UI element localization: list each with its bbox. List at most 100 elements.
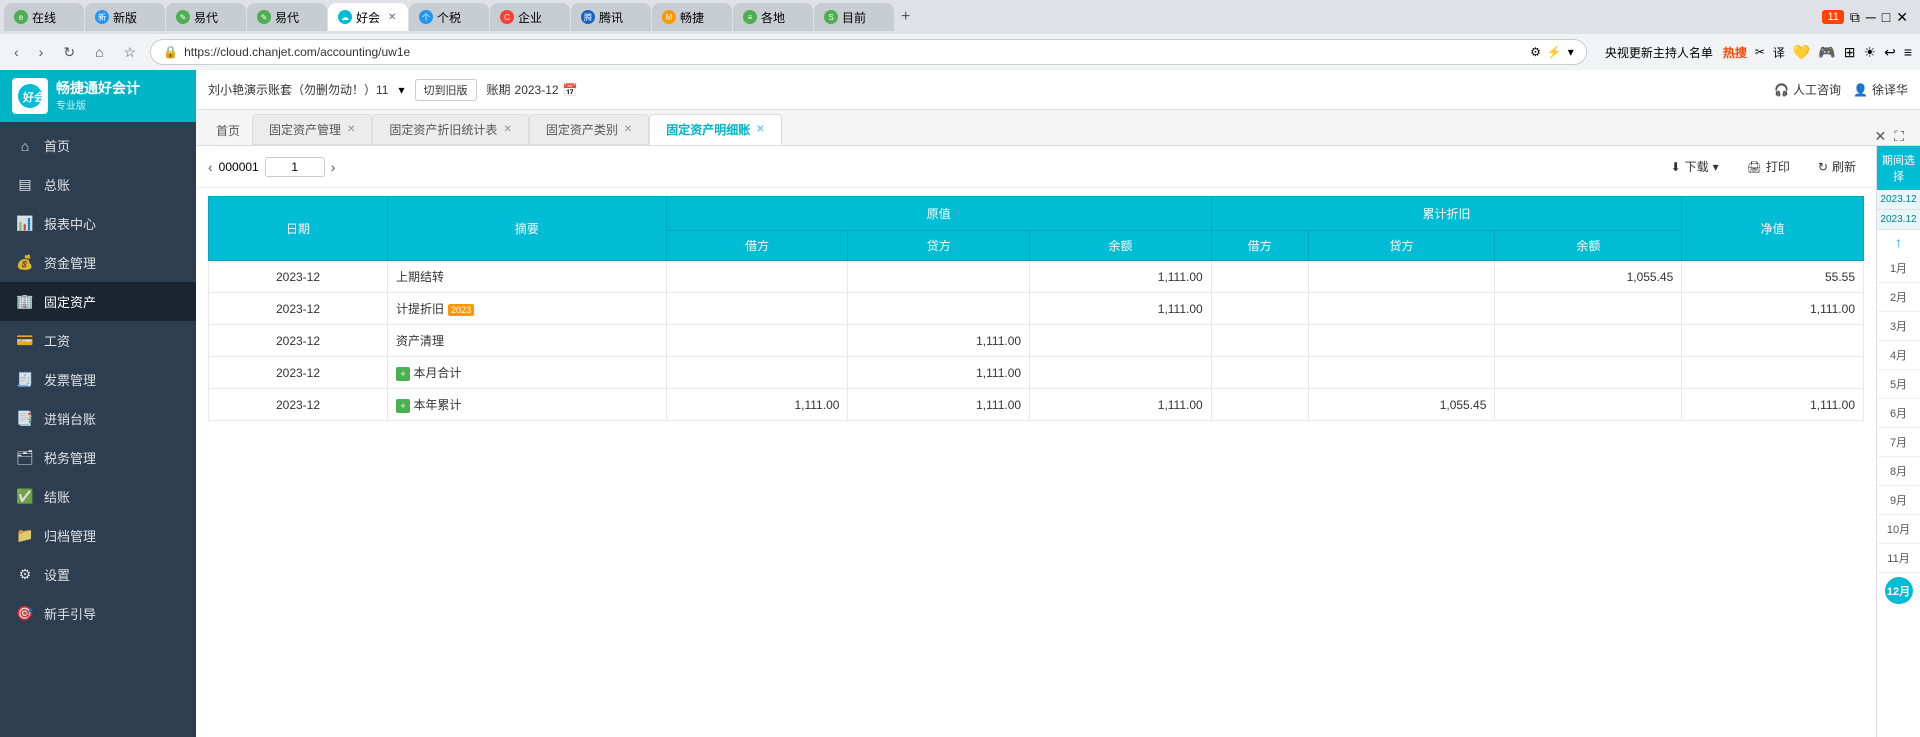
sidebar-item-jiezhang[interactable]: ✅ 结账 <box>0 477 196 516</box>
sidebar-item-baobiaozhongxin[interactable]: 📊 报表中心 <box>0 204 196 243</box>
browser-tab-changjie[interactable]: M 畅捷 <box>652 3 732 31</box>
sidebar-item-xinshouyindao[interactable]: 🎯 新手引导 <box>0 594 196 633</box>
hot-search-label[interactable]: 热搜 <box>1723 44 1747 61</box>
tab-depreciation-stats[interactable]: 固定资产折旧统计表 ✕ <box>372 114 528 145</box>
wallet-icon[interactable]: 💛 <box>1793 44 1810 61</box>
more-icon[interactable]: ≡ <box>1904 44 1912 60</box>
browser-tab-tengxun[interactable]: 腾 腾讯 <box>571 3 651 31</box>
sidebar-item-jinxiaotaizhang[interactable]: 📑 进销台账 <box>0 399 196 438</box>
dropdown-arrow-icon[interactable]: ▾ <box>398 83 404 97</box>
tab-close-asset-category-icon[interactable]: ✕ <box>624 124 632 135</box>
tab-asset-mgmt[interactable]: 固定资产管理 ✕ <box>252 114 372 145</box>
sidebar-item-home[interactable]: ⌂ 首页 <box>0 126 196 165</box>
table-cell <box>1682 325 1864 357</box>
archive-icon: 📁 <box>16 527 34 545</box>
prev-page-button[interactable]: ‹ <box>208 159 213 175</box>
close-window-icon[interactable]: ✕ <box>1896 9 1908 26</box>
period-month-item[interactable]: 10月 <box>1877 515 1920 544</box>
minimize-icon[interactable]: ─ <box>1866 9 1876 25</box>
browser-tab-yidai1[interactable]: ✎ 易代 <box>166 3 246 31</box>
period-month-item[interactable]: 7月 <box>1877 428 1920 457</box>
reload-button[interactable]: ↻ <box>57 42 81 63</box>
sidebar-item-guidangguanli[interactable]: 📁 归档管理 <box>0 516 196 555</box>
print-button[interactable]: 🖨 打印 <box>1739 154 1798 179</box>
translate-icon[interactable]: 译 <box>1773 44 1785 61</box>
print-icon: 🖨 <box>1747 160 1762 174</box>
table-cell <box>848 261 1030 293</box>
sidebar-item-shezhi[interactable]: ⚙ 设置 <box>0 555 196 594</box>
sidebar-item-zongzhang[interactable]: ▤ 总账 <box>0 165 196 204</box>
restore-window-icon[interactable]: ⧉ <box>1850 9 1860 26</box>
dropdown-icon[interactable]: ▾ <box>1568 45 1574 59</box>
browser-tab-muqian[interactable]: S 目前 <box>814 3 894 31</box>
tab-close-asset-detail-icon[interactable]: ✕ <box>756 124 764 135</box>
sidebar-item-gongzi[interactable]: 💳 工资 <box>0 321 196 360</box>
period-month-item[interactable]: 4月 <box>1877 341 1920 370</box>
sidebar-item-shuiwuguanli[interactable]: 🗂 税务管理 <box>0 438 196 477</box>
table-cell: 2023-12 <box>209 389 388 421</box>
help-button[interactable]: 🎧 人工咨询 <box>1774 81 1841 98</box>
sidebar-item-zijinguanli[interactable]: 💰 资金管理 <box>0 243 196 282</box>
next-page-button[interactable]: › <box>331 159 336 175</box>
browser-chrome: e 在线 新 新版 ✎ 易代 ✎ 易代 ☁ 好会 ✕ 个 个税 C 企业 腾 <box>0 0 1920 70</box>
tab-close-icon[interactable]: ✕ <box>388 12 396 23</box>
browser-tab-haohui[interactable]: ☁ 好会 ✕ <box>328 3 408 31</box>
tab-asset-detail[interactable]: 固定资产明细账 ✕ <box>649 114 781 145</box>
headset-icon: 🎧 <box>1774 83 1789 97</box>
period-month-item[interactable]: 12月 <box>1885 577 1913 605</box>
search-text: 央视更新主持人名单 <box>1605 44 1713 61</box>
period-month-item[interactable]: 6月 <box>1877 399 1920 428</box>
collapse-icon[interactable]: ✕ <box>1874 128 1886 145</box>
browser-tab-geishui[interactable]: 个 个税 <box>409 3 489 31</box>
site-info-icon[interactable]: ⚙ <box>1530 45 1541 59</box>
browser-tab-zaixin[interactable]: e 在线 <box>4 3 84 31</box>
period-month-item[interactable]: 8月 <box>1877 457 1920 486</box>
download-button[interactable]: ⬇ 下载 ▾ <box>1663 154 1727 179</box>
period-month-item[interactable]: 2月 <box>1877 283 1920 312</box>
stock-icon: 📑 <box>16 410 34 428</box>
tab-close-depreciation-stats-icon[interactable]: ✕ <box>503 124 511 135</box>
tab-close-asset-mgmt-icon[interactable]: ✕ <box>347 124 355 135</box>
tab-favicon: ✎ <box>176 10 190 24</box>
history-icon[interactable]: ↩ <box>1884 44 1896 61</box>
page-input[interactable] <box>265 157 325 177</box>
col-lejizheju-credit-header: 贷方 <box>1308 231 1495 261</box>
sidebar-label-shezhi: 设置 <box>44 565 70 584</box>
browser-tab-yidai2[interactable]: ✎ 易代 <box>247 3 327 31</box>
calendar-icon[interactable]: 📅 <box>563 83 578 97</box>
bookmark-button[interactable]: ☆ <box>118 42 143 63</box>
switch-version-button[interactable]: 切到旧版 <box>415 79 477 101</box>
table-wrapper: 日期 摘要 原值 累计折旧 净值 借方 贷方 余额 借方 <box>196 188 1876 737</box>
period-scroll-up[interactable]: ↑ <box>1877 230 1920 254</box>
back-button[interactable]: ‹ <box>8 42 25 62</box>
table-cell: 2023-12 <box>209 261 388 293</box>
tab-asset-category[interactable]: 固定资产类别 ✕ <box>529 114 649 145</box>
game-icon[interactable]: 🎮 <box>1818 44 1835 61</box>
brightness-icon[interactable]: ☀ <box>1864 44 1877 61</box>
sidebar-item-fapiaoglunli[interactable]: 🧾 发票管理 <box>0 360 196 399</box>
user-info[interactable]: 👤 徐译华 <box>1853 81 1908 98</box>
browser-tab-gedi[interactable]: ≡ 各地 <box>733 3 813 31</box>
col-yuanzhi-header: 原值 <box>666 197 1211 231</box>
col-netvalue-header: 净值 <box>1682 197 1864 261</box>
tab-label: 易代 <box>275 9 299 26</box>
browser-tab-qiye[interactable]: C 企业 <box>490 3 570 31</box>
grid-icon[interactable]: ⊞ <box>1844 44 1856 61</box>
new-tab-button[interactable]: + <box>895 8 916 26</box>
home-button[interactable]: ⌂ <box>89 42 109 62</box>
period-month-item[interactable]: 9月 <box>1877 486 1920 515</box>
tab-home[interactable]: 首页 <box>204 116 252 145</box>
sidebar-item-gudingzichan[interactable]: 🏢 固定资产 <box>0 282 196 321</box>
address-bar[interactable]: 🔒 https://cloud.chanjet.com/accounting/u… <box>150 39 1587 65</box>
period-month-item[interactable]: 3月 <box>1877 312 1920 341</box>
table-cell <box>848 293 1030 325</box>
maximize-icon[interactable]: □ <box>1882 9 1890 25</box>
expand-icon[interactable]: ⛶ <box>1894 128 1904 145</box>
period-month-item[interactable]: 1月 <box>1877 254 1920 283</box>
forward-button[interactable]: › <box>33 42 50 62</box>
refresh-button[interactable]: ↻ 刷新 <box>1810 154 1864 179</box>
scissors-icon[interactable]: ✂ <box>1755 45 1765 59</box>
period-month-item[interactable]: 5月 <box>1877 370 1920 399</box>
period-month-item[interactable]: 11月 <box>1877 544 1920 573</box>
browser-tab-xinban[interactable]: 新 新版 <box>85 3 165 31</box>
